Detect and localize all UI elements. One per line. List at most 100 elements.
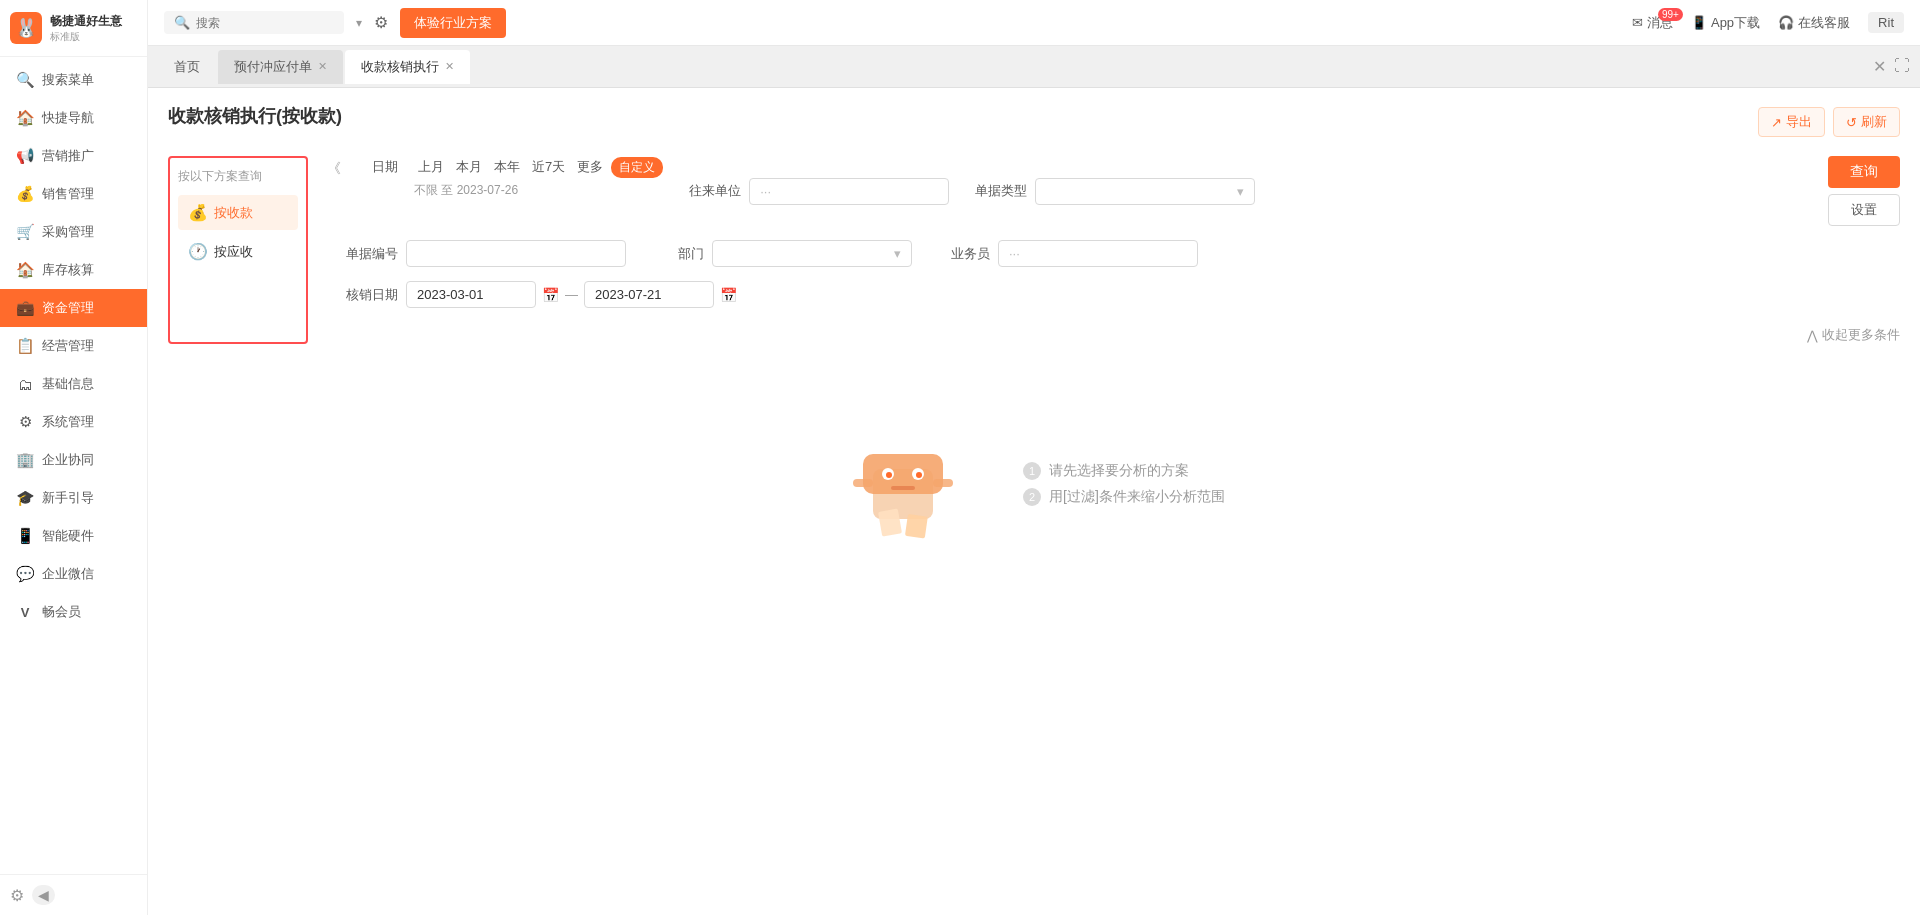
refresh-button[interactable]: ↺ 刷新: [1833, 107, 1900, 137]
topbar-gear-icon[interactable]: ⚙: [374, 13, 388, 32]
sidebar-nav: 🔍 搜索菜单 🏠 快捷导航 📢 营销推广 💰 销售管理 🛒 采购管理 🏠 库存核…: [0, 57, 147, 874]
sidebar-bottom: ⚙ ◀: [0, 874, 147, 915]
filter-sidebar-title: 按以下方案查询: [178, 168, 298, 185]
sales-icon: 💰: [16, 185, 34, 203]
write-off-end-calendar-icon[interactable]: 📅: [720, 287, 737, 303]
receipt-icon: 💰: [188, 203, 208, 222]
topbar-chevron-icon[interactable]: ▾: [356, 16, 362, 30]
user-profile[interactable]: Rit: [1868, 12, 1904, 33]
doc-no-input[interactable]: [406, 240, 626, 267]
topbar: 🔍 ▾ ⚙ 体验行业方案 ✉ 消息 99+ 📱 App下载 🎧 在线客服 Rit: [148, 0, 1920, 46]
doc-type-select[interactable]: ▾: [1035, 178, 1255, 205]
topbar-right: ✉ 消息 99+ 📱 App下载 🎧 在线客服 Rit: [1632, 12, 1904, 33]
sidebar-collapse-button[interactable]: ◀: [32, 885, 55, 905]
topbar-search-box[interactable]: 🔍: [164, 11, 344, 34]
tab-collection[interactable]: 收款核销执行 ✕: [345, 50, 470, 84]
sidebar-item-inventory[interactable]: 🏠 库存核算: [0, 251, 147, 289]
search-icon: 🔍: [174, 15, 190, 30]
search-menu-icon: 🔍: [16, 71, 34, 89]
export-button[interactable]: ↗ 导出: [1758, 107, 1825, 137]
tab-prepay[interactable]: 预付冲应付单 ✕: [218, 50, 343, 84]
dept-label: 部门: [650, 245, 704, 263]
sidebar-item-basic[interactable]: 🗂 基础信息: [0, 365, 147, 403]
action-bar: ↗ 导出 ↺ 刷新: [1758, 107, 1900, 137]
tab-home[interactable]: 首页: [158, 50, 216, 84]
search-input[interactable]: [196, 16, 316, 30]
date-shortcuts: 上月 本月 本年 近7天 更多 自定义: [414, 156, 663, 178]
filter-option-by-receipt[interactable]: 💰 按收款: [178, 195, 298, 230]
svg-point-4: [886, 472, 892, 478]
tabs-close-all-icon[interactable]: ✕: [1873, 57, 1886, 76]
message-icon: ✉: [1632, 15, 1643, 30]
filter-option-by-receivable[interactable]: 🕐 按应收: [178, 234, 298, 269]
tab-prepay-close-icon[interactable]: ✕: [318, 60, 327, 73]
date-btn-7days[interactable]: 近7天: [528, 156, 569, 178]
sidebar-item-search[interactable]: 🔍 搜索菜单: [0, 61, 147, 99]
sidebar-item-marketing[interactable]: 📢 营销推广: [0, 137, 147, 175]
wechat-icon: 💬: [16, 565, 34, 583]
salesman-input[interactable]: ···: [998, 240, 1198, 267]
app-icon: 📱: [1691, 15, 1707, 30]
date-custom-badge: 自定义: [611, 157, 663, 178]
write-off-start-calendar-icon[interactable]: 📅: [542, 287, 559, 303]
sidebar-item-capital[interactable]: 💼 资金管理: [0, 289, 147, 327]
logo-text: 畅捷通好生意 标准版: [50, 13, 122, 44]
sidebar-item-guide[interactable]: 🎓 新手引导: [0, 479, 147, 517]
svg-rect-9: [878, 509, 902, 537]
date-btn-this-month[interactable]: 本月: [452, 156, 486, 178]
system-icon: ⚙: [16, 413, 34, 431]
capital-icon: 💼: [16, 299, 34, 317]
filter-collapse-button[interactable]: 《: [324, 156, 344, 344]
guide-icon: 🎓: [16, 489, 34, 507]
sidebar: 🐰 畅捷通好生意 标准版 🔍 搜索菜单 🏠 快捷导航 📢 营销推广 💰 销售管理…: [0, 0, 148, 915]
write-off-end-input[interactable]: [584, 281, 714, 308]
sidebar-item-hardware[interactable]: 📱 智能硬件: [0, 517, 147, 555]
online-service-button[interactable]: 🎧 在线客服: [1778, 14, 1850, 32]
filter-form: 日期 上月 本月 本年 近7天 更多 自定义 不限 至 2023-0: [344, 156, 1900, 344]
dept-select[interactable]: ▾: [712, 240, 912, 267]
logo-area: 🐰 畅捷通好生意 标准版: [0, 0, 147, 57]
sidebar-item-management[interactable]: 📋 经营管理: [0, 327, 147, 365]
date-label: 日期: [344, 158, 398, 176]
salesman-label: 业务员: [936, 245, 990, 263]
sidebar-item-purchase[interactable]: 🛒 采购管理: [0, 213, 147, 251]
date-btn-last-month[interactable]: 上月: [414, 156, 448, 178]
refresh-icon: ↺: [1846, 115, 1857, 130]
query-button[interactable]: 查询: [1828, 156, 1900, 188]
sidebar-item-sales[interactable]: 💰 销售管理: [0, 175, 147, 213]
sidebar-item-quick-nav[interactable]: 🏠 快捷导航: [0, 99, 147, 137]
hardware-icon: 📱: [16, 527, 34, 545]
message-badge: 99+: [1658, 8, 1683, 21]
empty-hints: 1 请先选择要分析的方案 2 用[过滤]条件来缩小分析范围: [1023, 462, 1225, 506]
marketing-icon: 📢: [16, 147, 34, 165]
sidebar-item-system[interactable]: ⚙ 系统管理: [0, 403, 147, 441]
svg-point-5: [916, 472, 922, 478]
date-btn-more[interactable]: 更多: [573, 156, 607, 178]
receivable-icon: 🕐: [188, 242, 208, 261]
filter-area: 按以下方案查询 💰 按收款 🕐 按应收 《 日期: [168, 156, 1900, 344]
sidebar-settings-button[interactable]: ⚙: [10, 886, 24, 905]
date-btn-this-year[interactable]: 本年: [490, 156, 524, 178]
empty-hint-2: 2 用[过滤]条件来缩小分析范围: [1023, 488, 1225, 506]
industry-button[interactable]: 体验行业方案: [400, 8, 506, 38]
sidebar-item-member[interactable]: V 畅会员: [0, 593, 147, 631]
empty-state: 1 请先选择要分析的方案 2 用[过滤]条件来缩小分析范围: [168, 344, 1900, 604]
empty-illustration: [843, 424, 963, 544]
doc-type-label: 单据类型: [973, 182, 1027, 200]
app-download-button[interactable]: 📱 App下载: [1691, 14, 1760, 32]
svg-rect-7: [853, 479, 873, 487]
write-off-start-input[interactable]: [406, 281, 536, 308]
collapse-more-button[interactable]: ⋀ 收起更多条件: [1807, 326, 1900, 344]
doc-type-arrow-icon: ▾: [1237, 184, 1244, 199]
sidebar-item-wechat[interactable]: 💬 企业微信: [0, 555, 147, 593]
counterparty-input[interactable]: ···: [749, 178, 949, 205]
setting-button[interactable]: 设置: [1828, 194, 1900, 226]
logo-icon: 🐰: [10, 12, 42, 44]
tabs-expand-icon[interactable]: ⛶: [1894, 57, 1910, 76]
message-button[interactable]: ✉ 消息 99+: [1632, 14, 1673, 32]
tab-collection-close-icon[interactable]: ✕: [445, 60, 454, 73]
purchase-icon: 🛒: [16, 223, 34, 241]
svg-rect-10: [905, 514, 928, 539]
sidebar-item-enterprise[interactable]: 🏢 企业协同: [0, 441, 147, 479]
empty-hint-1: 1 请先选择要分析的方案: [1023, 462, 1225, 480]
